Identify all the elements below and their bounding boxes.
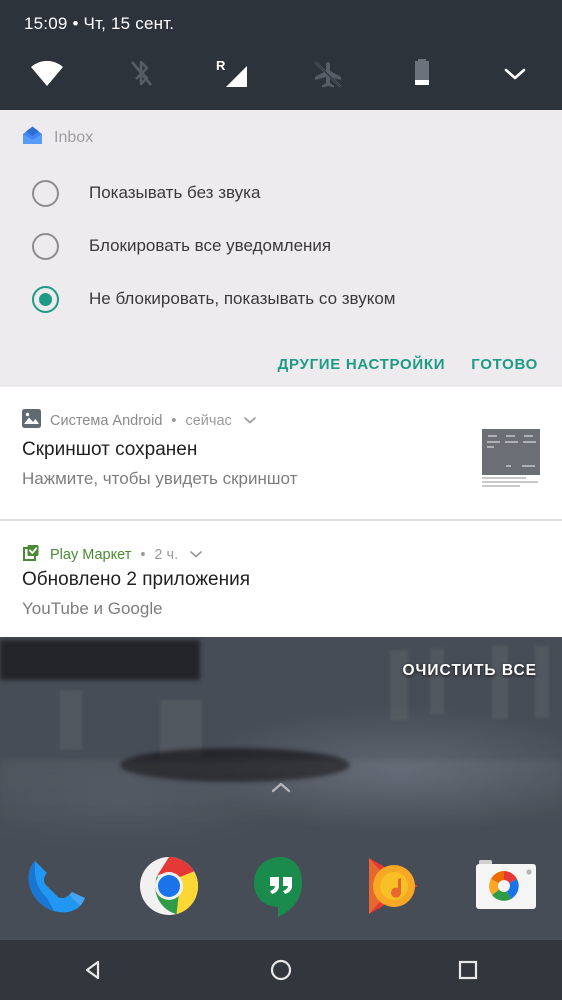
play-music-icon[interactable] xyxy=(337,851,449,921)
radio-option-block-all[interactable]: Блокировать все уведомления xyxy=(0,220,562,272)
bluetooth-disabled-icon[interactable] xyxy=(94,48,188,100)
radio-option-label: Не блокировать, показывать со звуком xyxy=(89,289,396,308)
back-button[interactable] xyxy=(0,957,187,983)
thumbnail-image xyxy=(482,429,540,475)
phone-icon[interactable] xyxy=(0,851,112,921)
notification-header[interactable]: Система Android • сейчас xyxy=(22,409,257,433)
notification-body: YouTube и Google xyxy=(22,599,163,618)
status-bar-datetime: 15:09 • Чт, 15 сент. xyxy=(24,14,175,33)
navigation-bar xyxy=(0,940,562,1000)
chevron-down-icon[interactable] xyxy=(243,412,257,430)
notification-time: сейчас xyxy=(185,413,232,429)
radio-option-allow-sound[interactable]: Не блокировать, показывать со звуком xyxy=(0,273,562,325)
battery-icon[interactable] xyxy=(375,48,469,100)
panel-action-bar: ДРУГИЕ НАСТРОЙКИ ГОТОВО xyxy=(278,356,538,373)
notification-separator: • xyxy=(171,413,177,429)
radio-indicator-selected xyxy=(32,285,59,313)
recents-button[interactable] xyxy=(375,957,562,983)
hangouts-icon[interactable] xyxy=(225,851,337,921)
radio-option-silent[interactable]: Показывать без звука xyxy=(0,167,562,219)
notification-title: Обновлено 2 приложения xyxy=(22,569,251,590)
notification-card-play-market[interactable]: Play Маркет • 2 ч. Обновлено 2 приложени… xyxy=(0,521,562,637)
radio-indicator xyxy=(32,179,59,207)
wifi-icon[interactable] xyxy=(0,48,94,100)
android-notification-shade: 15:09 • Чт, 15 сент. R Inbox Показывать … xyxy=(0,0,562,1000)
notification-title: Скриншот сохранен xyxy=(22,439,198,460)
screenshot-thumbnail[interactable] xyxy=(482,429,540,491)
notification-source: Play Маркет xyxy=(50,547,132,563)
chrome-icon[interactable] xyxy=(112,851,224,921)
notification-header[interactable]: Play Маркет • 2 ч. xyxy=(22,543,203,567)
radio-indicator xyxy=(32,232,59,260)
notification-time: 2 ч. xyxy=(154,547,179,563)
status-icon-row: R xyxy=(0,48,562,100)
home-button[interactable] xyxy=(187,957,374,983)
radio-option-label: Показывать без звука xyxy=(89,183,261,202)
notification-settings-panel: Inbox Показывать без звука Блокировать в… xyxy=(0,110,562,387)
inbox-icon xyxy=(22,125,43,151)
more-settings-button[interactable]: ДРУГИЕ НАСТРОЙКИ xyxy=(278,356,446,373)
done-button[interactable]: ГОТОВО xyxy=(471,356,538,373)
app-name: Inbox xyxy=(54,129,94,146)
chevron-up-icon[interactable] xyxy=(266,780,296,801)
notification-separator: • xyxy=(140,547,146,563)
radio-option-label: Блокировать все уведомления xyxy=(89,236,332,255)
shade-header: 15:09 • Чт, 15 сент. R xyxy=(0,0,562,110)
chevron-down-icon[interactable] xyxy=(468,48,562,100)
svg-text:R: R xyxy=(216,58,226,73)
camera-icon[interactable] xyxy=(450,851,562,921)
notification-source: Система Android xyxy=(50,413,163,429)
notification-card-android-system[interactable]: Система Android • сейчас Скриншот сохран… xyxy=(0,387,562,519)
app-drawer-handle[interactable] xyxy=(0,780,562,801)
clear-all-button[interactable]: ОЧИСТИТЬ ВСЕ xyxy=(402,662,537,680)
notification-body: Нажмите, чтобы увидеть скриншот xyxy=(22,469,298,488)
thumbnail-caption-lines xyxy=(482,477,540,487)
image-icon xyxy=(22,409,41,433)
signal-roaming-icon[interactable]: R xyxy=(187,48,281,100)
app-header: Inbox xyxy=(22,125,93,151)
play-store-icon xyxy=(22,543,41,567)
chevron-down-icon[interactable] xyxy=(189,546,203,564)
home-dock xyxy=(0,838,562,934)
airplane-mode-off-icon[interactable] xyxy=(281,48,375,100)
